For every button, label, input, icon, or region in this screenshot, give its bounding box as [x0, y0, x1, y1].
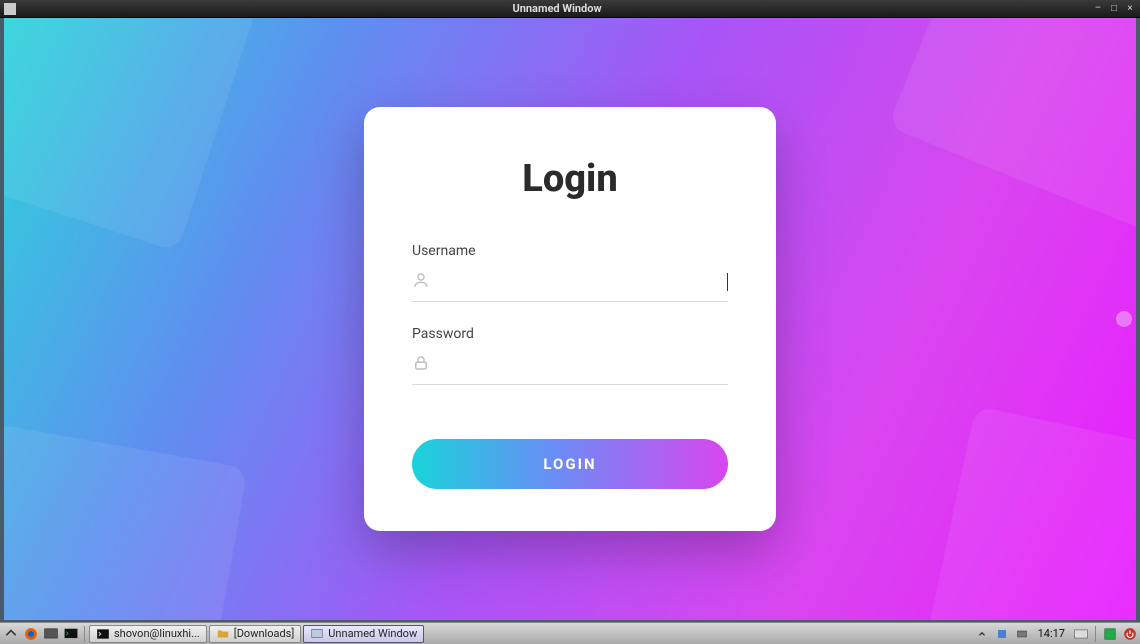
task-label: Unnamed Window: [328, 627, 417, 640]
window-title: Unnamed Window: [22, 2, 1092, 15]
user-icon: [412, 271, 432, 293]
task-button-unnamed-window[interactable]: Unnamed Window: [303, 625, 424, 643]
window-controls: – □ ×: [1092, 4, 1136, 14]
terminal-icon: [96, 627, 110, 641]
app-content: Login Username Password: [4, 18, 1136, 620]
edge-indicator-icon: [1116, 311, 1132, 327]
login-card: Login Username Password: [364, 107, 776, 531]
terminal-launcher-icon[interactable]: [62, 625, 80, 643]
taskbar-divider: [1095, 626, 1096, 642]
maximize-button[interactable]: □: [1108, 4, 1120, 14]
password-row: [412, 354, 728, 385]
tray-app-icon[interactable]: [1102, 626, 1118, 642]
decorative-shape: [888, 18, 1136, 246]
text-cursor: [727, 273, 728, 291]
tray-power-icon[interactable]: [1122, 626, 1138, 642]
username-input[interactable]: [446, 273, 727, 291]
task-button-terminal[interactable]: shovon@linuxhi...: [89, 625, 207, 643]
taskbar: shovon@linuxhi... [Downloads] Unnamed Wi…: [0, 622, 1140, 644]
tray-updates-icon[interactable]: [994, 626, 1010, 642]
window-app-icon: [4, 3, 16, 15]
system-tray: 14:17: [974, 626, 1138, 642]
taskbar-left: shovon@linuxhi... [Downloads] Unnamed Wi…: [2, 625, 424, 643]
folder-icon: [216, 627, 230, 641]
password-field-group: Password: [412, 326, 728, 385]
password-input[interactable]: [446, 356, 728, 374]
decorative-shape: [4, 416, 248, 620]
login-title: Login: [412, 157, 728, 201]
task-label: [Downloads]: [234, 627, 294, 640]
decorative-shape: [922, 406, 1136, 620]
minimize-button[interactable]: –: [1092, 4, 1104, 14]
tray-chevron-icon[interactable]: [974, 626, 990, 642]
start-menu-icon[interactable]: [2, 625, 20, 643]
taskbar-divider: [84, 626, 85, 642]
username-row: [412, 271, 728, 302]
login-button[interactable]: LOGIN: [412, 439, 728, 489]
tray-keyboard-icon[interactable]: [1073, 626, 1089, 642]
close-button[interactable]: ×: [1124, 4, 1136, 14]
password-label: Password: [412, 326, 728, 342]
task-label: shovon@linuxhi...: [114, 627, 200, 640]
username-label: Username: [412, 243, 728, 259]
task-button-downloads[interactable]: [Downloads]: [209, 625, 301, 643]
username-field-group: Username: [412, 243, 728, 302]
window-titlebar: Unnamed Window – □ ×: [0, 0, 1140, 18]
lock-icon: [412, 354, 432, 376]
taskbar-clock[interactable]: 14:17: [1034, 627, 1069, 640]
firefox-icon[interactable]: [22, 625, 40, 643]
show-desktop-icon[interactable]: [42, 625, 60, 643]
app-window-icon: [310, 627, 324, 641]
decorative-shape: [4, 18, 258, 252]
tray-network-icon[interactable]: [1014, 626, 1030, 642]
